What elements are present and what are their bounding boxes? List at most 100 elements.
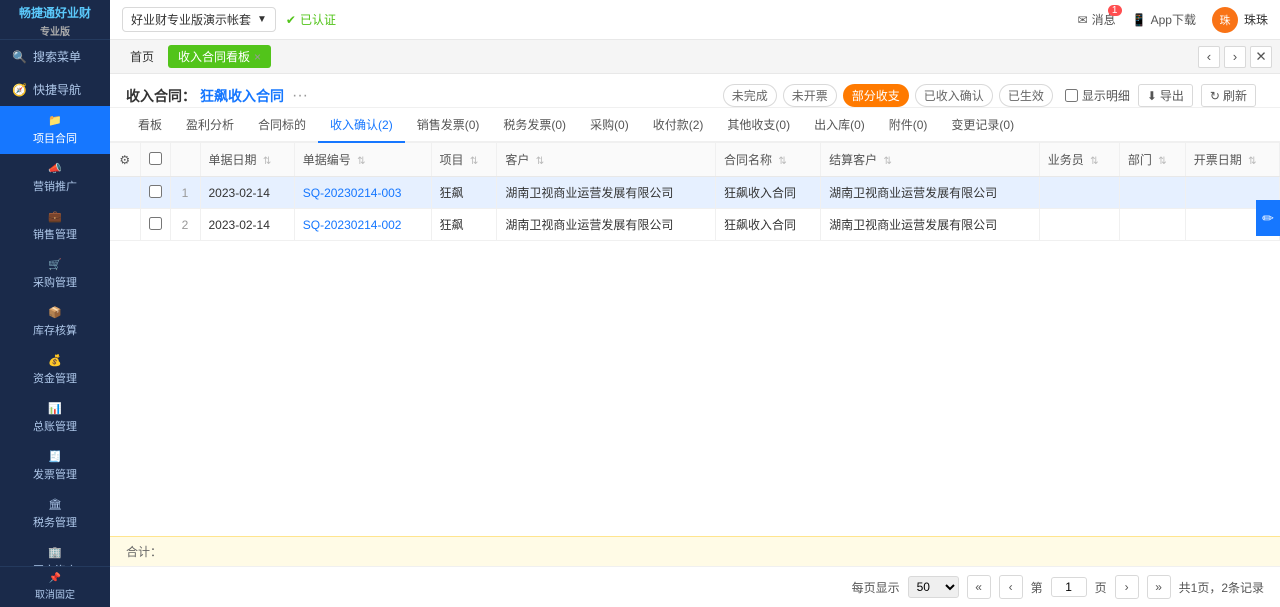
sidebar-item-fixed-assets[interactable]: 🏢 固定资产 xyxy=(0,538,110,566)
sidebar-tax-label: 税务管理 xyxy=(33,514,77,530)
tab-other-revenue[interactable]: 其他收支(0) xyxy=(715,108,802,143)
status-confirmed[interactable]: 已收入确认 xyxy=(915,84,993,107)
row-checkbox[interactable] xyxy=(149,217,162,230)
tab-purchase[interactable]: 采购(0) xyxy=(578,108,641,143)
tab-revenue-confirm[interactable]: 收入确认(2) xyxy=(318,108,405,143)
sidebar-item-funds[interactable]: 💰 资金管理 xyxy=(0,346,110,394)
tab-home[interactable]: 首页 xyxy=(118,43,166,71)
sidebar-item-tax[interactable]: 🏛 税务管理 xyxy=(0,490,110,538)
billno-link[interactable]: SQ-20230214-003 xyxy=(303,186,402,200)
company-selector[interactable]: 好业财专业版演示帐套 ▼ xyxy=(122,7,276,32)
sort-department-icon[interactable]: ⇅ xyxy=(1158,156,1166,167)
contract-board-tab[interactable]: 收入合同看板 × xyxy=(168,45,271,68)
tab-prev-button[interactable]: ‹ xyxy=(1198,46,1220,68)
page-input[interactable] xyxy=(1051,577,1087,597)
row-checkbox-cell[interactable] xyxy=(140,209,170,241)
sort-customer-icon[interactable]: ⇅ xyxy=(536,156,544,167)
row-checkbox[interactable] xyxy=(149,185,162,198)
sidebar-item-invoice[interactable]: 🧾 发票管理 xyxy=(0,442,110,490)
sales-icon: 💼 xyxy=(48,210,62,223)
gear-icon[interactable]: ⚙ xyxy=(119,153,130,167)
status-partial[interactable]: 部分收支 xyxy=(843,84,909,107)
sidebar-item-purchase[interactable]: 🛒 采购管理 xyxy=(0,250,110,298)
tab-tax-invoice[interactable]: 税务发票(0) xyxy=(491,108,578,143)
row-billno[interactable]: SQ-20230214-002 xyxy=(294,209,431,241)
billno-link[interactable]: SQ-20230214-002 xyxy=(303,218,402,232)
show-detail-input[interactable] xyxy=(1065,89,1078,102)
sidebar-item-marketing[interactable]: 📣 营销推广 xyxy=(0,154,110,202)
row-checkbox-cell[interactable] xyxy=(140,177,170,209)
prev-page-button[interactable]: ‹ xyxy=(999,575,1023,599)
status-incomplete[interactable]: 未完成 xyxy=(723,84,777,107)
contract-more-button[interactable]: ··· xyxy=(288,87,312,105)
sort-end-customer-icon[interactable]: ⇅ xyxy=(884,156,892,167)
export-label: 导出 xyxy=(1160,87,1184,104)
sidebar-item-search[interactable]: 🔍 搜索菜单 xyxy=(0,40,110,73)
export-button[interactable]: ⬇ 导出 xyxy=(1138,84,1193,107)
sidebar-marketing-label: 营销推广 xyxy=(33,178,77,194)
select-all-checkbox[interactable] xyxy=(149,152,162,165)
col-department: 部门 ⇅ xyxy=(1119,143,1185,177)
sidebar-item-sales[interactable]: 💼 销售管理 xyxy=(0,202,110,250)
tab-close-icon[interactable]: × xyxy=(254,50,261,64)
data-table: ⚙ 单据日期 ⇅ 单据编号 ⇅ xyxy=(110,143,1280,241)
row-department xyxy=(1119,177,1185,209)
verified-label: 已认证 xyxy=(300,11,336,28)
col-customer: 客户 ⇅ xyxy=(497,143,716,177)
sidebar-item-quicknav[interactable]: 🧭 快捷导航 xyxy=(0,73,110,106)
col-bill-date2: 开票日期 ⇅ xyxy=(1185,143,1279,177)
row-contract: 狂飙收入合同 xyxy=(716,209,821,241)
refresh-icon: ↻ xyxy=(1210,89,1220,103)
sidebar-item-inventory[interactable]: 📦 库存核算 xyxy=(0,298,110,346)
tab-close-all-button[interactable]: ✕ xyxy=(1250,46,1272,68)
first-page-button[interactable]: « xyxy=(967,575,991,599)
tab-payment[interactable]: 收付款(2) xyxy=(641,108,716,143)
row-billno[interactable]: SQ-20230214-003 xyxy=(294,177,431,209)
content-area: 收入合同： 狂飙收入合同 ··· 未完成 未开票 部分收支 已收入确认 已生效 … xyxy=(110,74,1280,607)
unpin-button[interactable]: 📌 取消固定 xyxy=(0,567,110,607)
page-label: 第 xyxy=(1031,579,1043,596)
sticky-edit-button[interactable]: ✏ xyxy=(1256,200,1280,236)
sort-billno-icon[interactable]: ⇅ xyxy=(357,156,365,167)
message-button[interactable]: ✉ 消息 1 xyxy=(1078,11,1116,28)
tab-change-log[interactable]: 变更记录(0) xyxy=(939,108,1026,143)
next-page-button[interactable]: › xyxy=(1115,575,1139,599)
tab-warehouse[interactable]: 出入库(0) xyxy=(802,108,877,143)
sort-contract-icon[interactable]: ⇅ xyxy=(778,156,786,167)
topbar-right: ✉ 消息 1 📱 App下载 珠 珠珠 xyxy=(1078,7,1268,33)
tax-icon: 🏛 xyxy=(48,498,62,511)
tab-attachments[interactable]: 附件(0) xyxy=(877,108,940,143)
col-num xyxy=(170,143,200,177)
table-row[interactable]: 1 2023-02-14 SQ-20230214-003 狂飙 湖南卫视商业运营… xyxy=(110,177,1280,209)
status-uninvoiced[interactable]: 未开票 xyxy=(783,84,837,107)
tab-kanban[interactable]: 看板 xyxy=(126,108,174,143)
table-row[interactable]: 2 2023-02-14 SQ-20230214-002 狂飙 湖南卫视商业运营… xyxy=(110,209,1280,241)
app-logo: 畅捷通好业财 专业版 xyxy=(0,0,110,40)
main-area: 好业财专业版演示帐套 ▼ ✔ 已认证 ✉ 消息 1 📱 App下载 珠 珠珠 xyxy=(110,0,1280,607)
show-detail-checkbox[interactable]: 显示明细 xyxy=(1065,87,1130,104)
purchase-icon: 🛒 xyxy=(48,258,62,271)
tab-next-button[interactable]: › xyxy=(1224,46,1246,68)
home-label: 首页 xyxy=(130,48,154,65)
app-download-button[interactable]: 📱 App下载 xyxy=(1132,11,1196,28)
sort-bill-date2-icon[interactable]: ⇅ xyxy=(1248,156,1256,167)
refresh-button[interactable]: ↻ 刷新 xyxy=(1201,84,1256,107)
status-effective[interactable]: 已生效 xyxy=(999,84,1053,107)
sort-project-icon[interactable]: ⇅ xyxy=(470,156,478,167)
sidebar-item-ledger[interactable]: 📊 总账管理 xyxy=(0,394,110,442)
sort-date-icon[interactable]: ⇅ xyxy=(263,156,271,167)
tab-sales-invoice[interactable]: 销售发票(0) xyxy=(405,108,492,143)
sidebar-item-project-contract[interactable]: 📁 项目合同 xyxy=(0,106,110,154)
logo-text: 畅捷通好业财 xyxy=(19,4,91,21)
per-page-select[interactable]: 50 100 200 xyxy=(908,576,959,598)
unpin-label: 取消固定 xyxy=(35,586,75,601)
user-area[interactable]: 珠 珠珠 xyxy=(1212,7,1268,33)
sort-salesperson-icon[interactable]: ⇅ xyxy=(1090,156,1098,167)
last-page-button[interactable]: » xyxy=(1147,575,1171,599)
company-dropdown-icon: ▼ xyxy=(257,14,267,25)
contract-prefix: 收入合同： xyxy=(126,86,196,106)
tab-subject[interactable]: 合同标的 xyxy=(246,108,318,143)
inventory-icon: 📦 xyxy=(48,306,62,319)
tab-profit[interactable]: 盈利分析 xyxy=(174,108,246,143)
sidebar-search-label: 搜索菜单 xyxy=(33,48,81,65)
